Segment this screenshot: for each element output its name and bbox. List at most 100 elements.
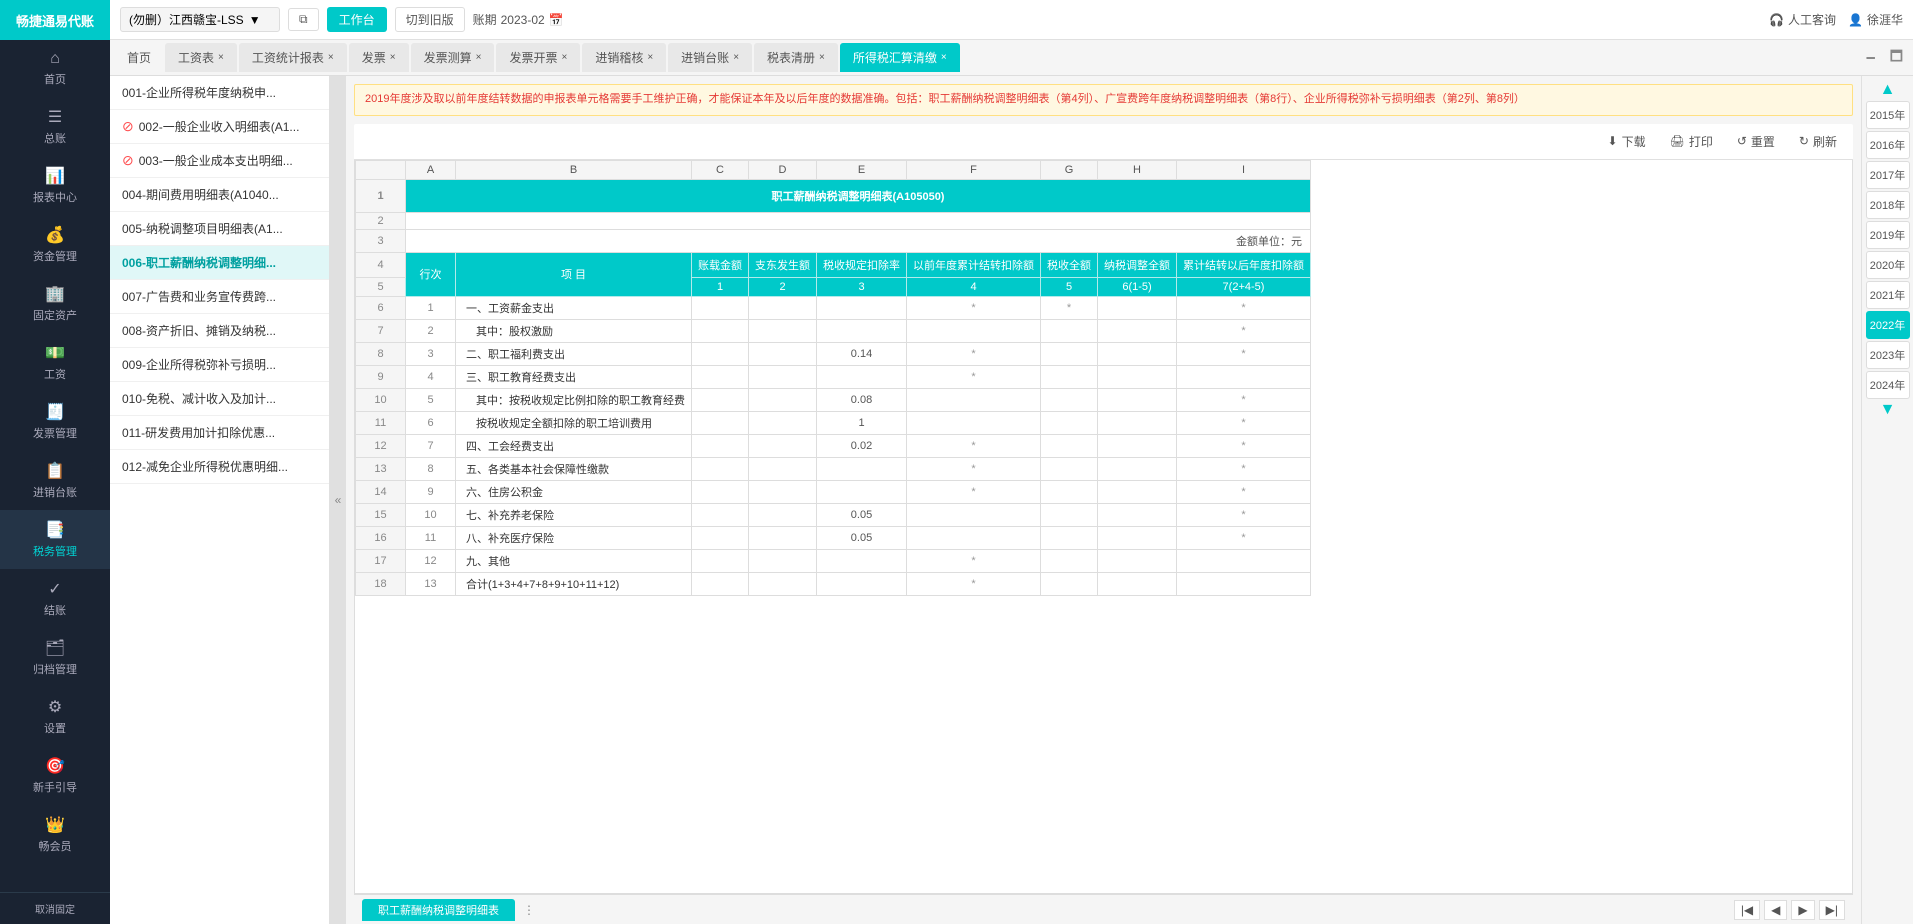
reset-button[interactable]: ↺ 重置	[1731, 130, 1781, 153]
tab-close-icon[interactable]: ×	[733, 52, 739, 63]
tab-inout-ledger[interactable]: 进销台账 ×	[668, 43, 752, 72]
tab-inout-check[interactable]: 进销稽核 ×	[582, 43, 666, 72]
tab-close-icon[interactable]: ×	[476, 52, 482, 63]
refresh-label: 刷新	[1813, 133, 1837, 150]
sidebar-item-tax[interactable]: 📑 税务管理	[0, 510, 110, 569]
row-num: 2	[356, 212, 406, 229]
refresh-icon: ↻	[1799, 134, 1809, 148]
year-2024[interactable]: 2024年	[1866, 371, 1910, 399]
row-num: 9	[356, 365, 406, 388]
tab-close-icon[interactable]: ×	[647, 52, 653, 63]
year-2015[interactable]: 2015年	[1866, 101, 1910, 129]
service-link[interactable]: 🎧 人工客询	[1769, 11, 1836, 28]
form-list-item-008[interactable]: 008-资产折旧、摊销及纳税...	[110, 314, 329, 348]
sidebar-item-archive[interactable]: 🗂 归档管理	[0, 628, 110, 687]
sidebar-item-payroll[interactable]: 💵 工资	[0, 333, 110, 392]
sheet-menu-icon[interactable]: ⋮	[523, 903, 535, 917]
tab-close-icon[interactable]: ×	[941, 52, 947, 63]
cell-d	[749, 411, 817, 434]
cell-c	[692, 365, 749, 388]
nav-prev-button[interactable]: ◀	[1764, 900, 1787, 920]
form-list-item-009[interactable]: 009-企业所得税弥补亏损明...	[110, 348, 329, 382]
tab-label: 发票	[362, 49, 386, 66]
tab-invoice-open[interactable]: 发票开票 ×	[496, 43, 580, 72]
form-list-item-002[interactable]: ⊘ 002-一般企业收入明细表(A1...	[110, 110, 329, 144]
col-header-h: H	[1098, 160, 1177, 179]
download-button[interactable]: ⬇ 下载	[1602, 130, 1652, 153]
sidebar-item-finance[interactable]: 💰 资金管理	[0, 215, 110, 274]
collapse-panel-button[interactable]: «	[330, 76, 346, 924]
form-item-label: 006-职工薪酬纳税调整明细...	[122, 254, 276, 271]
row-label: 五、各类基本社会保障性缴款	[456, 457, 692, 480]
tab-invoice[interactable]: 发票 ×	[349, 43, 409, 72]
tab-payroll-stats[interactable]: 工资统计报表 ×	[239, 43, 347, 72]
tax-icon: 📑	[45, 520, 65, 540]
form-list-item-005[interactable]: 005-纳税调整项目明细表(A1...	[110, 212, 329, 246]
copy-icon-button[interactable]: ⧉	[288, 8, 319, 31]
switch-old-button[interactable]: 切到旧版	[395, 7, 465, 32]
sidebar-item-ledger[interactable]: ☰ 总账	[0, 97, 110, 156]
year-up-button[interactable]: ▲	[1880, 81, 1896, 99]
year-2023[interactable]: 2023年	[1866, 341, 1910, 369]
year-2020[interactable]: 2020年	[1866, 251, 1910, 279]
tab-close-icon[interactable]: ×	[218, 52, 224, 63]
row-seq: 7	[406, 434, 456, 457]
cancel-fixed-button[interactable]: 取消固定	[0, 892, 110, 924]
cell-c	[692, 388, 749, 411]
year-2017[interactable]: 2017年	[1866, 161, 1910, 189]
year-down-button[interactable]: ▼	[1880, 401, 1896, 419]
app-logo: 畅捷通易代账	[0, 0, 110, 40]
year-2021[interactable]: 2021年	[1866, 281, 1910, 309]
row-seq: 12	[406, 549, 456, 572]
print-button[interactable]: 🖨 打印	[1664, 130, 1719, 153]
form-list-item-003[interactable]: ⊘ 003-一般企业成本支出明细...	[110, 144, 329, 178]
sidebar-item-assets[interactable]: 🏢 固定资产	[0, 274, 110, 333]
bottom-sheet-tab[interactable]: 职工薪酬纳税调整明细表	[362, 899, 515, 921]
form-list-item-010[interactable]: 010-免税、减计收入及加计...	[110, 382, 329, 416]
nav-next-button[interactable]: ▶	[1791, 900, 1814, 920]
form-item-label: 012-减免企业所得税优惠明细...	[122, 458, 288, 475]
nav-last-button[interactable]: ▶|	[1819, 900, 1845, 920]
sidebar-item-label: 归档管理	[33, 661, 77, 677]
form-list-item-012[interactable]: 012-减免企业所得税优惠明细...	[110, 450, 329, 484]
tab-close-icon[interactable]: ×	[328, 52, 334, 63]
tab-home[interactable]: 首页	[115, 44, 163, 71]
row-num: 15	[356, 503, 406, 526]
tab-close-icon[interactable]: ×	[390, 52, 396, 63]
year-2022[interactable]: 2022年	[1866, 311, 1910, 339]
year-2018[interactable]: 2018年	[1866, 191, 1910, 219]
nav-first-button[interactable]: |◀	[1734, 900, 1760, 920]
form-list-item-007[interactable]: 007-广告费和业务宣传费跨...	[110, 280, 329, 314]
form-list-item-011[interactable]: 011-研发费用加计扣除优惠...	[110, 416, 329, 450]
tab-invoice-calc[interactable]: 发票测算 ×	[411, 43, 495, 72]
sidebar-item-reports[interactable]: 📊 报表中心	[0, 156, 110, 215]
sidebar-item-sales-ledger[interactable]: 📋 进销台账	[0, 451, 110, 510]
form-list-item-004[interactable]: 004-期间费用明细表(A1040...	[110, 178, 329, 212]
sidebar-item-guide[interactable]: 🎯 新手引导	[0, 746, 110, 805]
tab-tax-clearance[interactable]: 税表清册 ×	[754, 43, 838, 72]
sidebar-item-close[interactable]: ✓ 结账	[0, 569, 110, 628]
form-item-label: 002-一般企业收入明细表(A1...	[139, 118, 300, 135]
row-label: 其中：按税收规定比例扣除的职工教育经费	[456, 388, 692, 411]
error-icon: ⊘	[122, 118, 134, 135]
sidebar-item-home[interactable]: ⌂ 首页	[0, 40, 110, 97]
company-selector[interactable]: (勿删）江西赣宝-LSS ▼	[120, 7, 280, 32]
tab-income-tax[interactable]: 所得税汇算清缴 ×	[840, 43, 960, 72]
maximize-button[interactable]: 🗖	[1885, 44, 1908, 72]
year-2016[interactable]: 2016年	[1866, 131, 1910, 159]
workbench-button[interactable]: 工作台	[327, 7, 387, 32]
cell-d	[749, 549, 817, 572]
sidebar-item-settings[interactable]: ⚙ 设置	[0, 687, 110, 746]
minimize-button[interactable]: 🗕	[1861, 44, 1881, 72]
sidebar-item-member[interactable]: 👑 畅会员	[0, 805, 110, 864]
tab-payroll[interactable]: 工资表 ×	[165, 43, 237, 72]
form-list-item-001[interactable]: 001-企业所得税年度纳税申...	[110, 76, 329, 110]
year-2019[interactable]: 2019年	[1866, 221, 1910, 249]
refresh-button[interactable]: ↻ 刷新	[1793, 130, 1843, 153]
user-menu[interactable]: 👤 徐涯华	[1848, 11, 1903, 28]
sidebar-item-invoice[interactable]: 🧾 发票管理	[0, 392, 110, 451]
tab-close-icon[interactable]: ×	[819, 52, 825, 63]
tab-close-icon[interactable]: ×	[561, 52, 567, 63]
spreadsheet-wrapper[interactable]: A B C D E F G H I	[354, 160, 1853, 894]
form-list-item-006[interactable]: 006-职工薪酬纳税调整明细...	[110, 246, 329, 280]
